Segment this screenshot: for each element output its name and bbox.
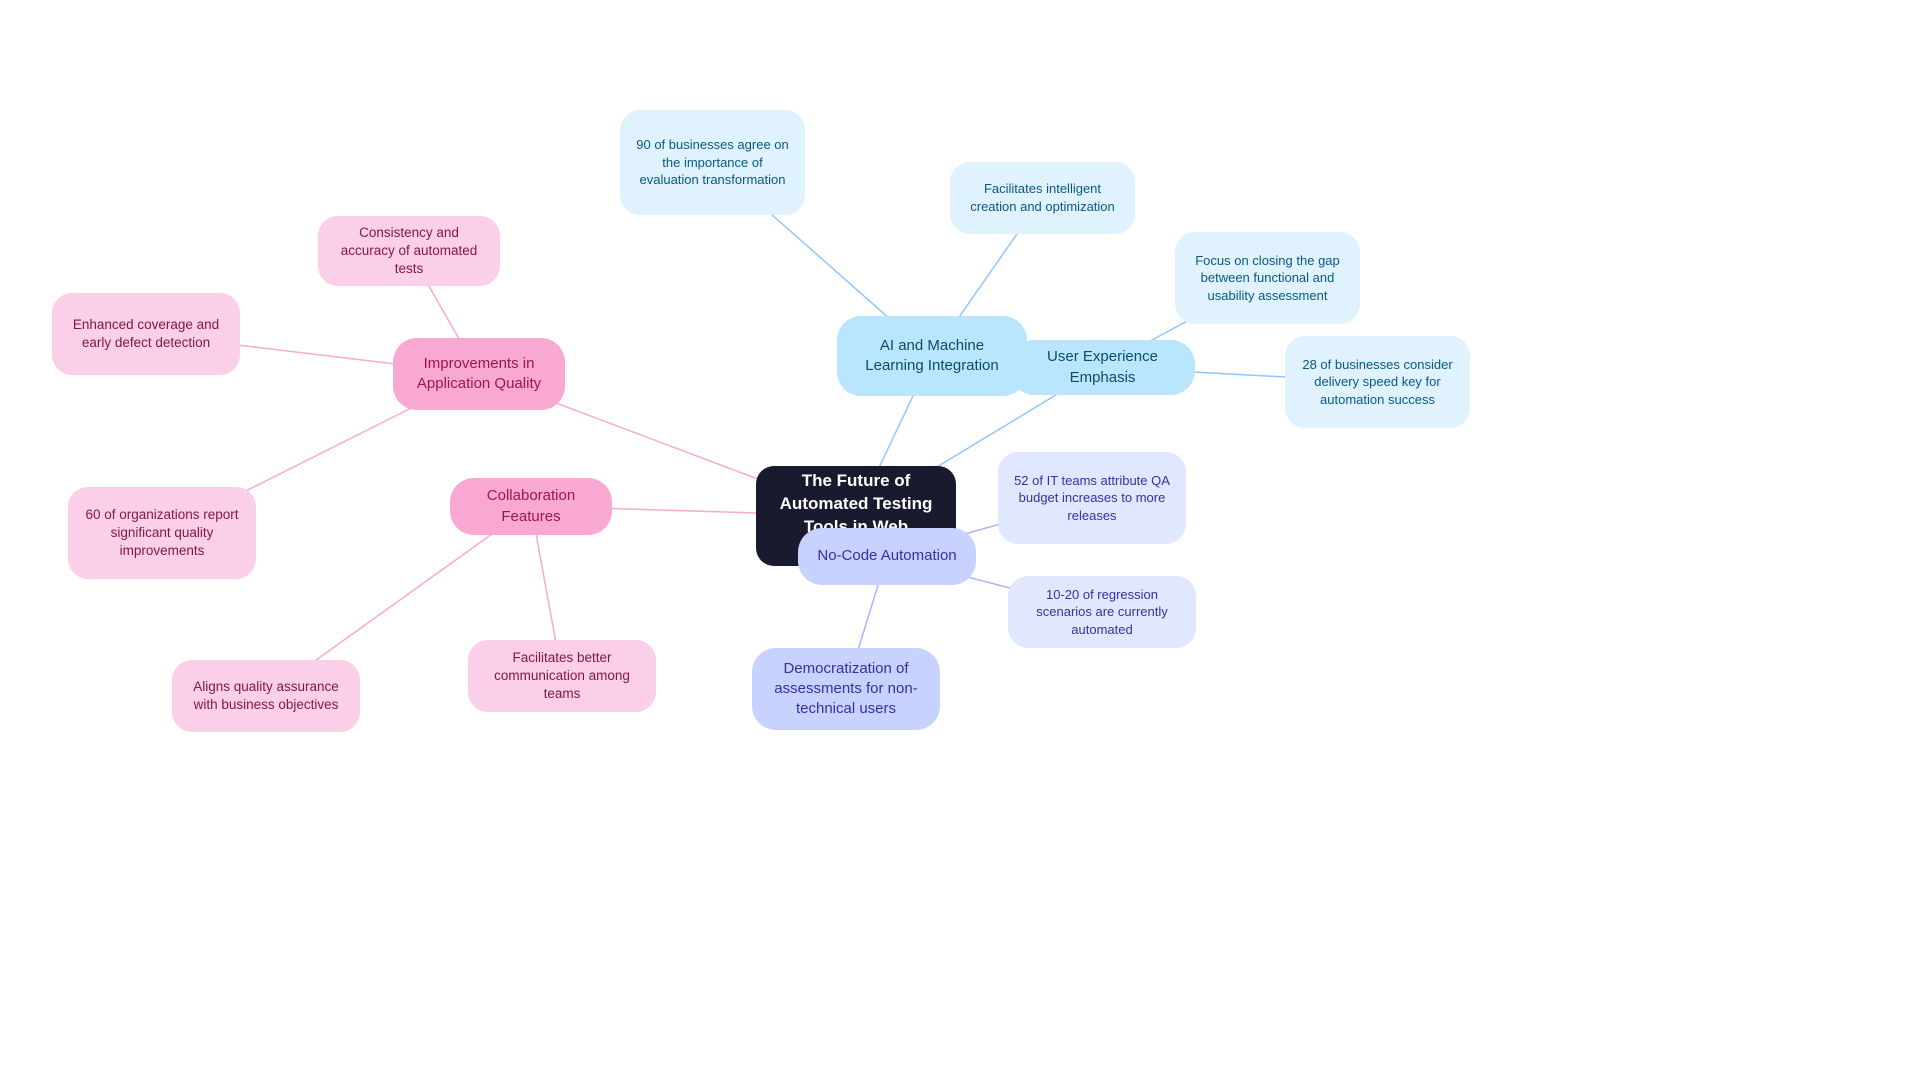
closing-gap-node: Focus on closing the gap between functio… <box>1175 232 1360 324</box>
orgs-60-node: 60 of organizations report significant q… <box>68 487 256 579</box>
enhanced-coverage-node: Enhanced coverage and early defect detec… <box>52 293 240 375</box>
facilitates-comm-label: Facilitates better communication among t… <box>484 649 640 704</box>
no-code-label: No-Code Automation <box>817 546 956 566</box>
regression-label: 10-20 of regression scenarios are curren… <box>1024 586 1180 639</box>
delivery-speed-label: 28 of businesses consider delivery speed… <box>1301 356 1454 409</box>
facilitates-comm-node: Facilitates better communication among t… <box>468 640 656 712</box>
qa-budget-node: 52 of IT teams attribute QA budget incre… <box>998 452 1186 544</box>
collab-features-node: Collaboration Features <box>450 478 612 535</box>
orgs-60-label: 60 of organizations report significant q… <box>84 506 240 561</box>
app-quality-label: Improvements in Application Quality <box>409 354 549 395</box>
consistency-node: Consistency and accuracy of automated te… <box>318 216 500 286</box>
ux-emphasis-node: User Experience Emphasis <box>1010 340 1195 395</box>
facilitates-intelligent-label: Facilitates intelligent creation and opt… <box>966 180 1119 215</box>
app-quality-node: Improvements in Application Quality <box>393 338 565 410</box>
democratization-label: Democratization of assessments for non-t… <box>768 659 924 720</box>
closing-gap-label: Focus on closing the gap between functio… <box>1191 252 1344 305</box>
consistency-label: Consistency and accuracy of automated te… <box>334 224 484 279</box>
qa-budget-label: 52 of IT teams attribute QA budget incre… <box>1014 472 1170 525</box>
collab-features-label: Collaboration Features <box>466 486 596 527</box>
ai-ml-node: AI and Machine Learning Integration <box>837 316 1027 396</box>
no-code-node: No-Code Automation <box>798 528 976 585</box>
ux-emphasis-label: User Experience Emphasis <box>1026 347 1179 388</box>
ai-ml-label: AI and Machine Learning Integration <box>853 336 1011 377</box>
businesses-90-node: 90 of businesses agree on the importance… <box>620 110 805 215</box>
businesses-90-label: 90 of businesses agree on the importance… <box>636 136 789 189</box>
aligns-quality-node: Aligns quality assurance with business o… <box>172 660 360 732</box>
enhanced-coverage-label: Enhanced coverage and early defect detec… <box>68 316 224 352</box>
facilitates-intelligent-node: Facilitates intelligent creation and opt… <box>950 162 1135 234</box>
democratization-node: Democratization of assessments for non-t… <box>752 648 940 730</box>
delivery-speed-node: 28 of businesses consider delivery speed… <box>1285 336 1470 428</box>
aligns-quality-label: Aligns quality assurance with business o… <box>188 678 344 714</box>
regression-node: 10-20 of regression scenarios are curren… <box>1008 576 1196 648</box>
